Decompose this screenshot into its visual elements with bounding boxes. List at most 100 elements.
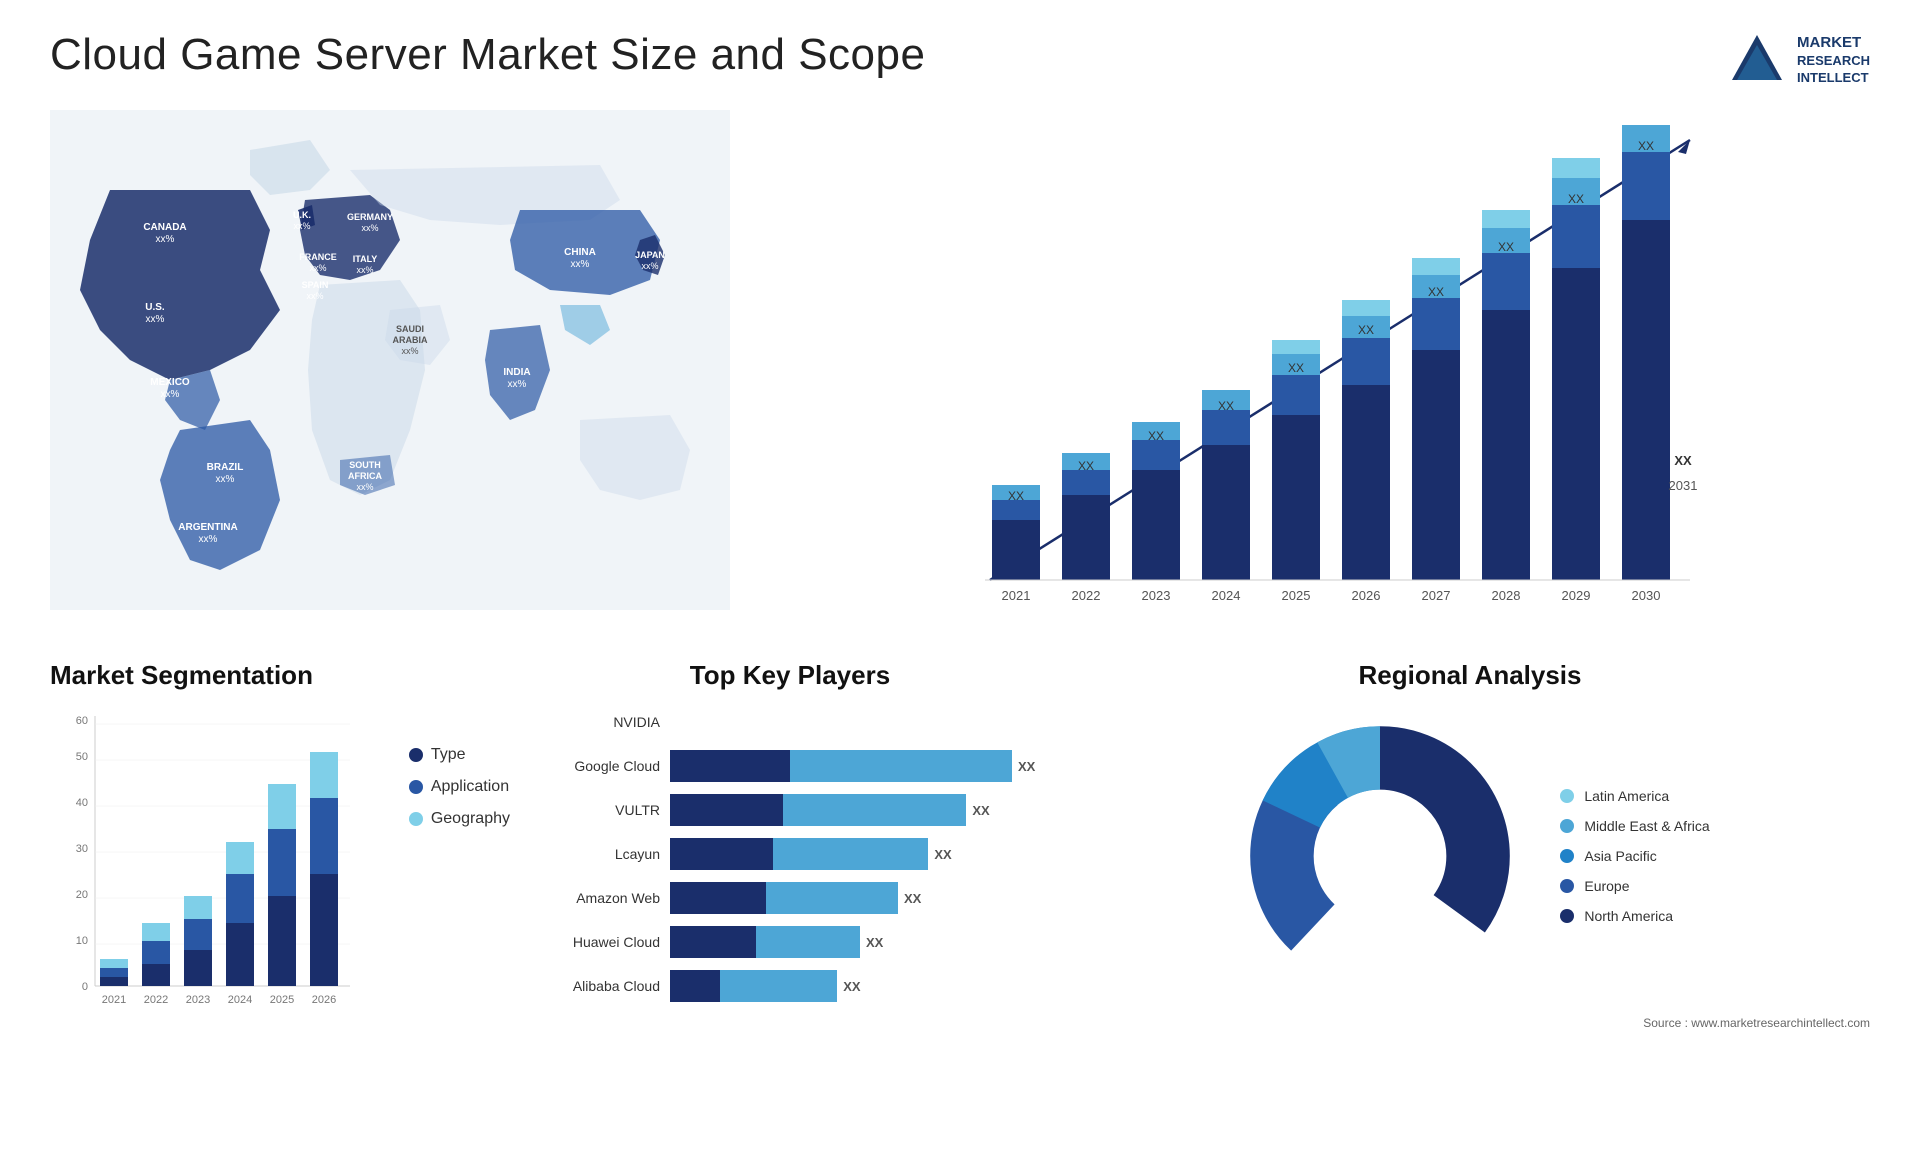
svg-text:AFRICA: AFRICA [348,471,382,481]
svg-text:2023: 2023 [1142,588,1171,603]
svg-text:XX: XX [1218,399,1234,413]
player-row-lcayun: Lcayun XX [530,838,1050,870]
player-row-vultr: VULTR XX [530,794,1050,826]
map-label-south-africa: SOUTH [349,460,381,470]
svg-text:XX: XX [1568,192,1584,206]
svg-text:xx%: xx% [199,534,218,545]
svg-text:ARABIA: ARABIA [393,335,428,345]
legend-type: Type [409,746,510,764]
map-label-us: U.S. [145,302,165,313]
svg-text:2027: 2027 [1422,588,1451,603]
map-label-japan: JAPAN [635,250,665,260]
svg-text:50: 50 [76,751,88,763]
legend-label-type: Type [431,746,466,764]
map-container: CANADA xx% U.S. xx% MEXICO xx% BRAZIL xx… [50,110,730,630]
svg-text:2025: 2025 [270,994,294,1006]
svg-text:xx%: xx% [571,259,590,270]
page: Cloud Game Server Market Size and Scope … [0,0,1920,1150]
svg-text:0: 0 [82,981,88,993]
svg-text:60: 60 [76,715,88,727]
growth-chart-container: XX XX XX XX [770,110,1870,630]
reg-legend-europe: Europe [1560,878,1709,894]
page-title: Cloud Game Server Market Size and Scope [50,30,925,80]
map-label-mexico: MEXICO [150,377,190,388]
world-map-svg: CANADA xx% U.S. xx% MEXICO xx% BRAZIL xx… [50,110,730,610]
regional-title: Regional Analysis [1070,660,1870,691]
svg-text:2030: 2030 [1632,588,1661,603]
reg-label-europe: Europe [1584,878,1629,894]
map-label-saudi: SAUDI [396,324,424,334]
player-name-amazon: Amazon Web [530,890,660,906]
svg-text:xx%: xx% [156,234,175,245]
svg-text:XX: XX [1078,459,1094,473]
svg-text:xx%: xx% [216,474,235,485]
logo-text: MARKET RESEARCH INTELLECT [1797,33,1870,86]
player-name-lcayun: Lcayun [530,846,660,862]
legend-dot-type [409,748,423,762]
map-label-spain: SPAIN [302,280,329,290]
segmentation-legend: Type Application Geography [409,706,510,828]
svg-text:2021: 2021 [1002,588,1031,603]
svg-text:2024: 2024 [1212,588,1241,603]
player-name-nvidia: NVIDIA [530,714,660,730]
player-row-alibaba: Alibaba Cloud XX [530,970,1050,1002]
legend-application: Application [409,778,510,796]
player-bar-wrap-vultr: XX [670,794,1050,826]
segmentation-title: Market Segmentation [50,660,510,691]
legend-dot-application [409,780,423,794]
top-section: CANADA xx% U.S. xx% MEXICO xx% BRAZIL xx… [50,110,1870,630]
player-name-alibaba: Alibaba Cloud [530,978,660,994]
svg-text:XX: XX [1008,489,1024,503]
reg-dot-europe [1560,879,1574,893]
svg-text:xx%: xx% [309,263,326,273]
reg-legend-apac: Asia Pacific [1560,848,1709,864]
regional-content: Latin America Middle East & Africa Asia … [1070,706,1870,1006]
player-row-google: Google Cloud XX [530,750,1050,782]
player-bar-wrap-alibaba: XX [670,970,1050,1002]
svg-text:XX: XX [1498,240,1514,254]
svg-text:xx%: xx% [161,389,180,400]
svg-text:2023: 2023 [186,994,210,1006]
player-bar-wrap-huawei: XX [670,926,1050,958]
svg-text:2029: 2029 [1562,588,1591,603]
map-label-germany: GERMANY [347,212,393,222]
donut-chart [1230,706,1530,1006]
map-label-uk: U.K. [293,210,311,220]
players-title: Top Key Players [530,660,1050,691]
reg-legend-na: North America [1560,908,1709,924]
reg-legend-mea: Middle East & Africa [1560,818,1709,834]
svg-text:xx%: xx% [508,379,527,390]
svg-text:XX: XX [1358,323,1374,337]
logo-icon [1727,30,1787,90]
svg-text:XX: XX [1148,429,1164,443]
svg-text:2022: 2022 [1072,588,1101,603]
svg-text:xx%: xx% [356,265,373,275]
map-label-india: INDIA [503,367,530,378]
svg-text:10: 10 [76,935,88,947]
legend-geography: Geography [409,810,510,828]
map-label-argentina: ARGENTINA [178,522,237,533]
reg-label-mea: Middle East & Africa [1584,818,1709,834]
player-row-amazon: Amazon Web XX [530,882,1050,914]
players-area: Top Key Players NVIDIA Google Cloud XX [530,660,1050,1120]
logo-area: MARKET RESEARCH INTELLECT [1727,30,1870,90]
player-bar-wrap-nvidia [670,706,1050,738]
svg-text:2022: 2022 [144,994,168,1006]
map-label-china: CHINA [564,247,596,258]
bottom-section: Market Segmentation 0 10 20 30 40 50 [50,660,1870,1120]
segmentation-area: Market Segmentation 0 10 20 30 40 50 [50,660,510,1120]
map-label-brazil: BRAZIL [207,462,244,473]
player-bar-wrap-amazon: XX [670,882,1050,914]
player-name-google: Google Cloud [530,758,660,774]
svg-text:XX: XX [1638,139,1654,153]
svg-text:2026: 2026 [1352,588,1381,603]
player-row-nvidia: NVIDIA [530,706,1050,738]
svg-text:20: 20 [76,889,88,901]
svg-text:2028: 2028 [1492,588,1521,603]
legend-dot-geography [409,812,423,826]
svg-text:XX: XX [1428,285,1444,299]
reg-dot-na [1560,909,1574,923]
seg-chart-wrap: 0 10 20 30 40 50 60 [50,706,510,1051]
svg-text:xx%: xx% [306,291,323,301]
svg-text:2026: 2026 [312,994,336,1006]
